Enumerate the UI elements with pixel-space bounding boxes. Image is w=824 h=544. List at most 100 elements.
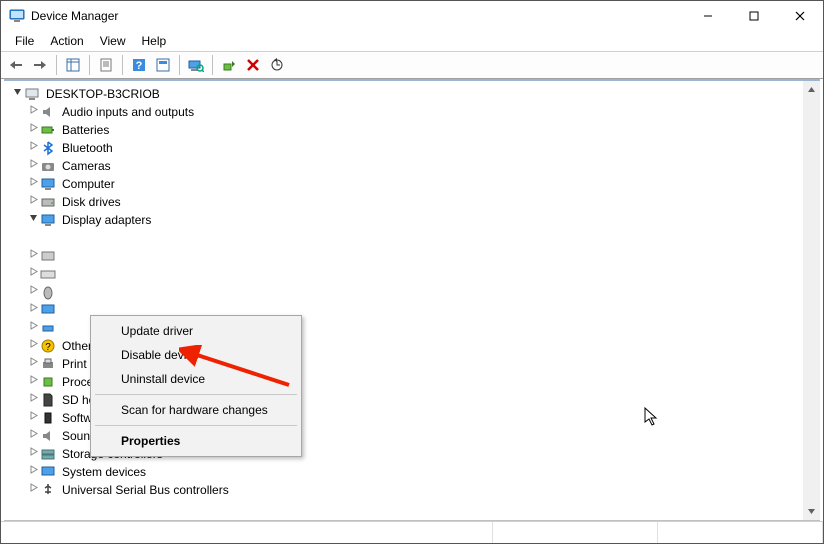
show-hide-tree-button[interactable] — [62, 54, 84, 76]
content-area: DESKTOP-B3CRIOB Audio inputs and outputs… — [4, 79, 820, 521]
collapse-icon[interactable] — [10, 85, 24, 103]
statusbar — [1, 521, 823, 543]
menu-view[interactable]: View — [92, 32, 134, 50]
mouse-icon — [40, 284, 56, 300]
expand-icon[interactable] — [26, 193, 40, 211]
tree-item-usb-controllers[interactable]: Universal Serial Bus controllers — [26, 481, 820, 499]
properties-button[interactable] — [95, 54, 117, 76]
network-icon — [40, 320, 56, 336]
tree-item-display-adapters[interactable]: Display adapters — [26, 211, 820, 229]
status-cell — [658, 522, 823, 543]
keyboard-icon — [40, 266, 56, 282]
tree-item-label: Audio inputs and outputs — [60, 103, 196, 121]
software-device-icon — [40, 410, 56, 426]
scroll-track[interactable] — [803, 98, 820, 503]
printer-icon — [40, 356, 56, 372]
tree-item-label: Display adapters — [60, 211, 153, 229]
menu-help[interactable]: Help — [134, 32, 175, 50]
expand-icon[interactable] — [26, 175, 40, 193]
enable-device-button[interactable] — [218, 54, 240, 76]
hid-icon — [40, 248, 56, 264]
bluetooth-icon — [40, 140, 56, 156]
toolbar-separator — [212, 55, 213, 75]
speaker-icon — [40, 428, 56, 444]
tree-item-disk-drives[interactable]: Disk drives — [26, 193, 820, 211]
close-button[interactable] — [777, 1, 823, 31]
tree-item-system-devices[interactable]: System devices — [26, 463, 820, 481]
back-button[interactable] — [5, 54, 27, 76]
tree-item-label: Cameras — [60, 157, 113, 175]
context-properties[interactable]: Properties — [93, 429, 299, 453]
unknown-device-icon: ? — [40, 338, 56, 354]
toolbar-separator — [56, 55, 57, 75]
sdcard-icon — [40, 392, 56, 408]
forward-button[interactable] — [29, 54, 51, 76]
expand-icon[interactable] — [26, 391, 40, 409]
toolbar-separator — [89, 55, 90, 75]
expand-icon[interactable] — [26, 247, 40, 265]
toolbar-separator — [122, 55, 123, 75]
tree-item-label: Computer — [60, 175, 117, 193]
context-separator — [95, 394, 297, 395]
menu-file[interactable]: File — [7, 32, 42, 50]
tree-child-placeholder[interactable] — [46, 229, 820, 247]
expand-icon[interactable] — [26, 121, 40, 139]
app-icon — [9, 8, 25, 24]
expand-icon[interactable] — [26, 157, 40, 175]
help-button[interactable]: ? — [128, 54, 150, 76]
monitor-icon — [40, 302, 56, 318]
display-adapter-icon — [40, 212, 56, 228]
tree-root-label: DESKTOP-B3CRIOB — [44, 85, 162, 103]
update-driver-button[interactable] — [266, 54, 288, 76]
expand-icon[interactable] — [26, 463, 40, 481]
scroll-down-button[interactable] — [803, 503, 820, 520]
context-scan-hardware[interactable]: Scan for hardware changes — [93, 398, 299, 422]
tree-root[interactable]: DESKTOP-B3CRIOB — [10, 85, 820, 103]
uninstall-device-button[interactable] — [242, 54, 264, 76]
scan-hardware-button[interactable] — [185, 54, 207, 76]
expand-icon[interactable] — [26, 337, 40, 355]
context-disable-device[interactable]: Disable device — [93, 343, 299, 367]
svg-text:?: ? — [45, 342, 51, 353]
context-separator — [95, 425, 297, 426]
camera-icon — [40, 158, 56, 174]
tree-item-label: Universal Serial Bus controllers — [60, 481, 231, 499]
expand-icon[interactable] — [26, 103, 40, 121]
cpu-icon — [40, 374, 56, 390]
context-uninstall-device[interactable]: Uninstall device — [93, 367, 299, 391]
maximize-button[interactable] — [731, 1, 777, 31]
tree-item-computer[interactable]: Computer — [26, 175, 820, 193]
menubar: File Action View Help — [1, 31, 823, 51]
expand-icon[interactable] — [26, 481, 40, 499]
tree-item-obscured[interactable] — [26, 247, 820, 265]
context-update-driver[interactable]: Update driver — [93, 319, 299, 343]
expand-icon[interactable] — [26, 373, 40, 391]
expand-icon[interactable] — [26, 301, 40, 319]
expand-icon[interactable] — [26, 319, 40, 337]
expand-icon[interactable] — [26, 427, 40, 445]
expand-icon[interactable] — [26, 409, 40, 427]
expand-icon[interactable] — [26, 445, 40, 463]
tree-item-cameras[interactable]: Cameras — [26, 157, 820, 175]
menu-action[interactable]: Action — [42, 32, 91, 50]
expand-icon[interactable] — [26, 355, 40, 373]
expand-icon[interactable] — [26, 265, 40, 283]
action-button[interactable] — [152, 54, 174, 76]
scroll-up-button[interactable] — [803, 81, 820, 98]
minimize-button[interactable] — [685, 1, 731, 31]
tree-item-bluetooth[interactable]: Bluetooth — [26, 139, 820, 157]
tree-item-audio[interactable]: Audio inputs and outputs — [26, 103, 820, 121]
window-title: Device Manager — [31, 9, 685, 23]
tree-item-batteries[interactable]: Batteries — [26, 121, 820, 139]
tree-item-obscured[interactable] — [26, 283, 820, 301]
context-menu: Update driver Disable device Uninstall d… — [90, 315, 302, 457]
tree-item-label: Batteries — [60, 121, 111, 139]
tree-item-obscured[interactable] — [26, 265, 820, 283]
vertical-scrollbar[interactable] — [803, 81, 820, 520]
collapse-icon[interactable] — [26, 211, 40, 229]
expand-icon[interactable] — [26, 283, 40, 301]
toolbar: ? — [1, 51, 823, 79]
speaker-icon — [40, 104, 56, 120]
tree-item-label: Disk drives — [60, 193, 123, 211]
expand-icon[interactable] — [26, 139, 40, 157]
